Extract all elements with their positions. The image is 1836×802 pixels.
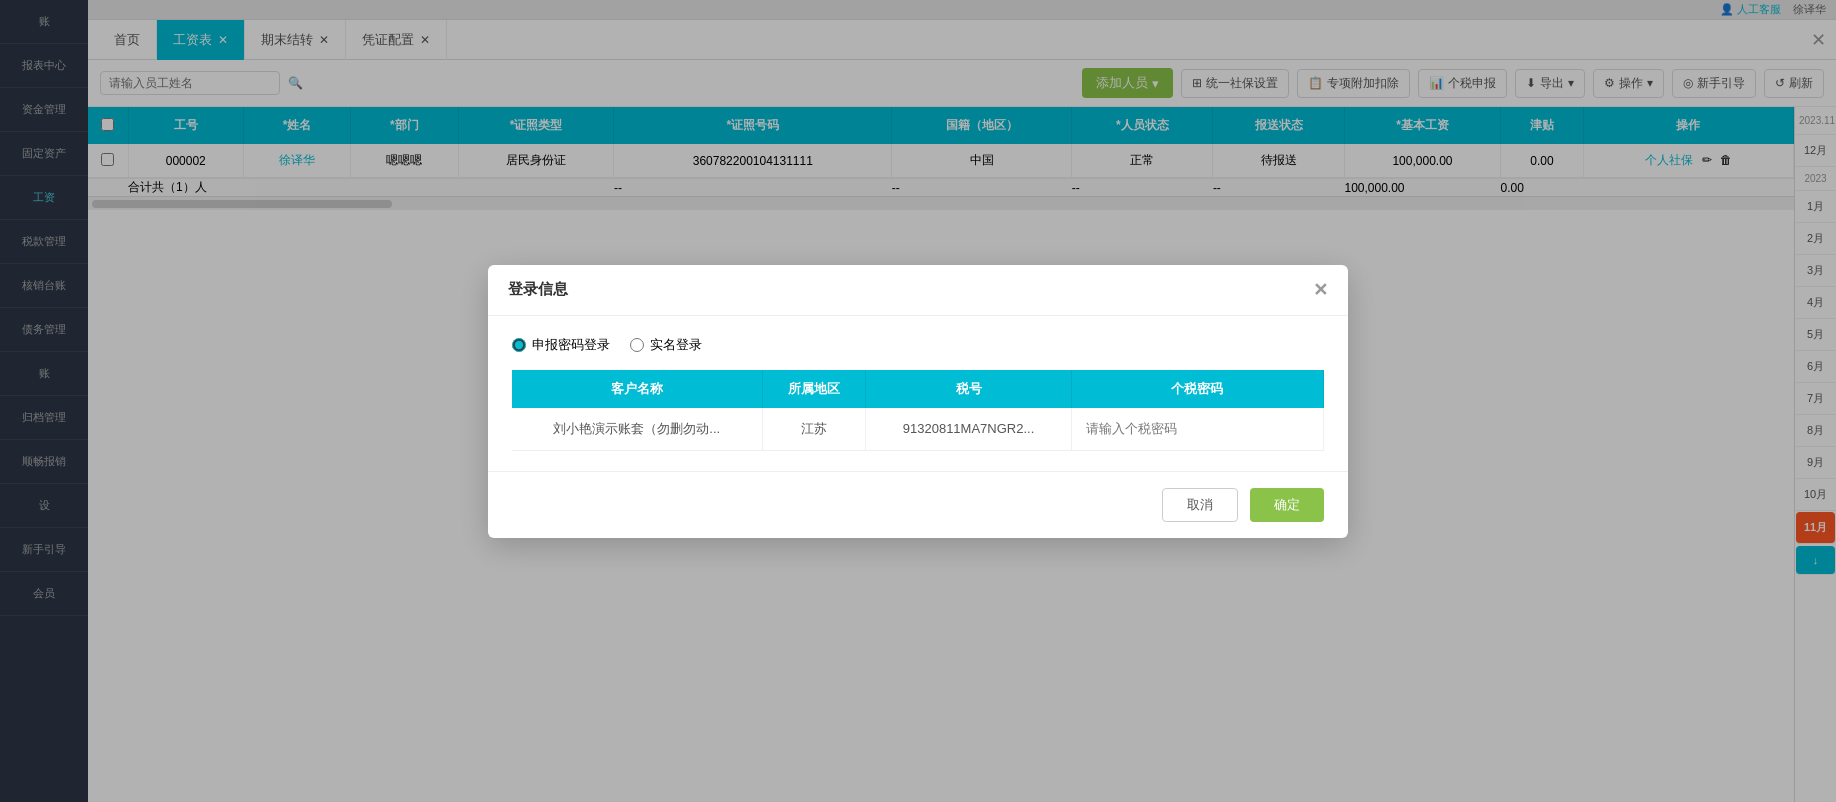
tax-password-input[interactable] (1086, 421, 1309, 436)
col-region: 所属地区 (762, 370, 866, 408)
realname-login-radio[interactable] (630, 338, 644, 352)
cancel-button[interactable]: 取消 (1162, 488, 1238, 522)
dialog-body: 申报密码登录 实名登录 客户名称 所属地区 税号 个税密码 (488, 316, 1348, 471)
dialog-header: 登录信息 ✕ (488, 265, 1348, 316)
cell-tax-password[interactable] (1071, 408, 1323, 451)
customer-row: 刘小艳演示账套（勿删勿动... 江苏 91320811MA7NGR2... (512, 408, 1324, 451)
cell-region: 江苏 (762, 408, 866, 451)
login-type-radio-group: 申报密码登录 实名登录 (512, 336, 1324, 354)
cell-tax-no: 91320811MA7NGR2... (866, 408, 1072, 451)
dialog-close-button[interactable]: ✕ (1313, 279, 1328, 301)
password-login-option[interactable]: 申报密码登录 (512, 336, 610, 354)
cell-customer-name: 刘小艳演示账套（勿删勿动... (512, 408, 762, 451)
confirm-button[interactable]: 确定 (1250, 488, 1324, 522)
col-customer-name: 客户名称 (512, 370, 762, 408)
realname-login-option[interactable]: 实名登录 (630, 336, 702, 354)
customer-table: 客户名称 所属地区 税号 个税密码 刘小艳演示账套（勿删勿动... 江苏 913… (512, 370, 1324, 451)
login-dialog: 登录信息 ✕ 申报密码登录 实名登录 客户名称 所属 (488, 265, 1348, 538)
col-tax-no: 税号 (866, 370, 1072, 408)
col-tax-password: 个税密码 (1071, 370, 1323, 408)
dialog-overlay: 登录信息 ✕ 申报密码登录 实名登录 客户名称 所属 (0, 0, 1836, 802)
dialog-footer: 取消 确定 (488, 471, 1348, 538)
password-login-radio[interactable] (512, 338, 526, 352)
dialog-title: 登录信息 (508, 280, 568, 299)
